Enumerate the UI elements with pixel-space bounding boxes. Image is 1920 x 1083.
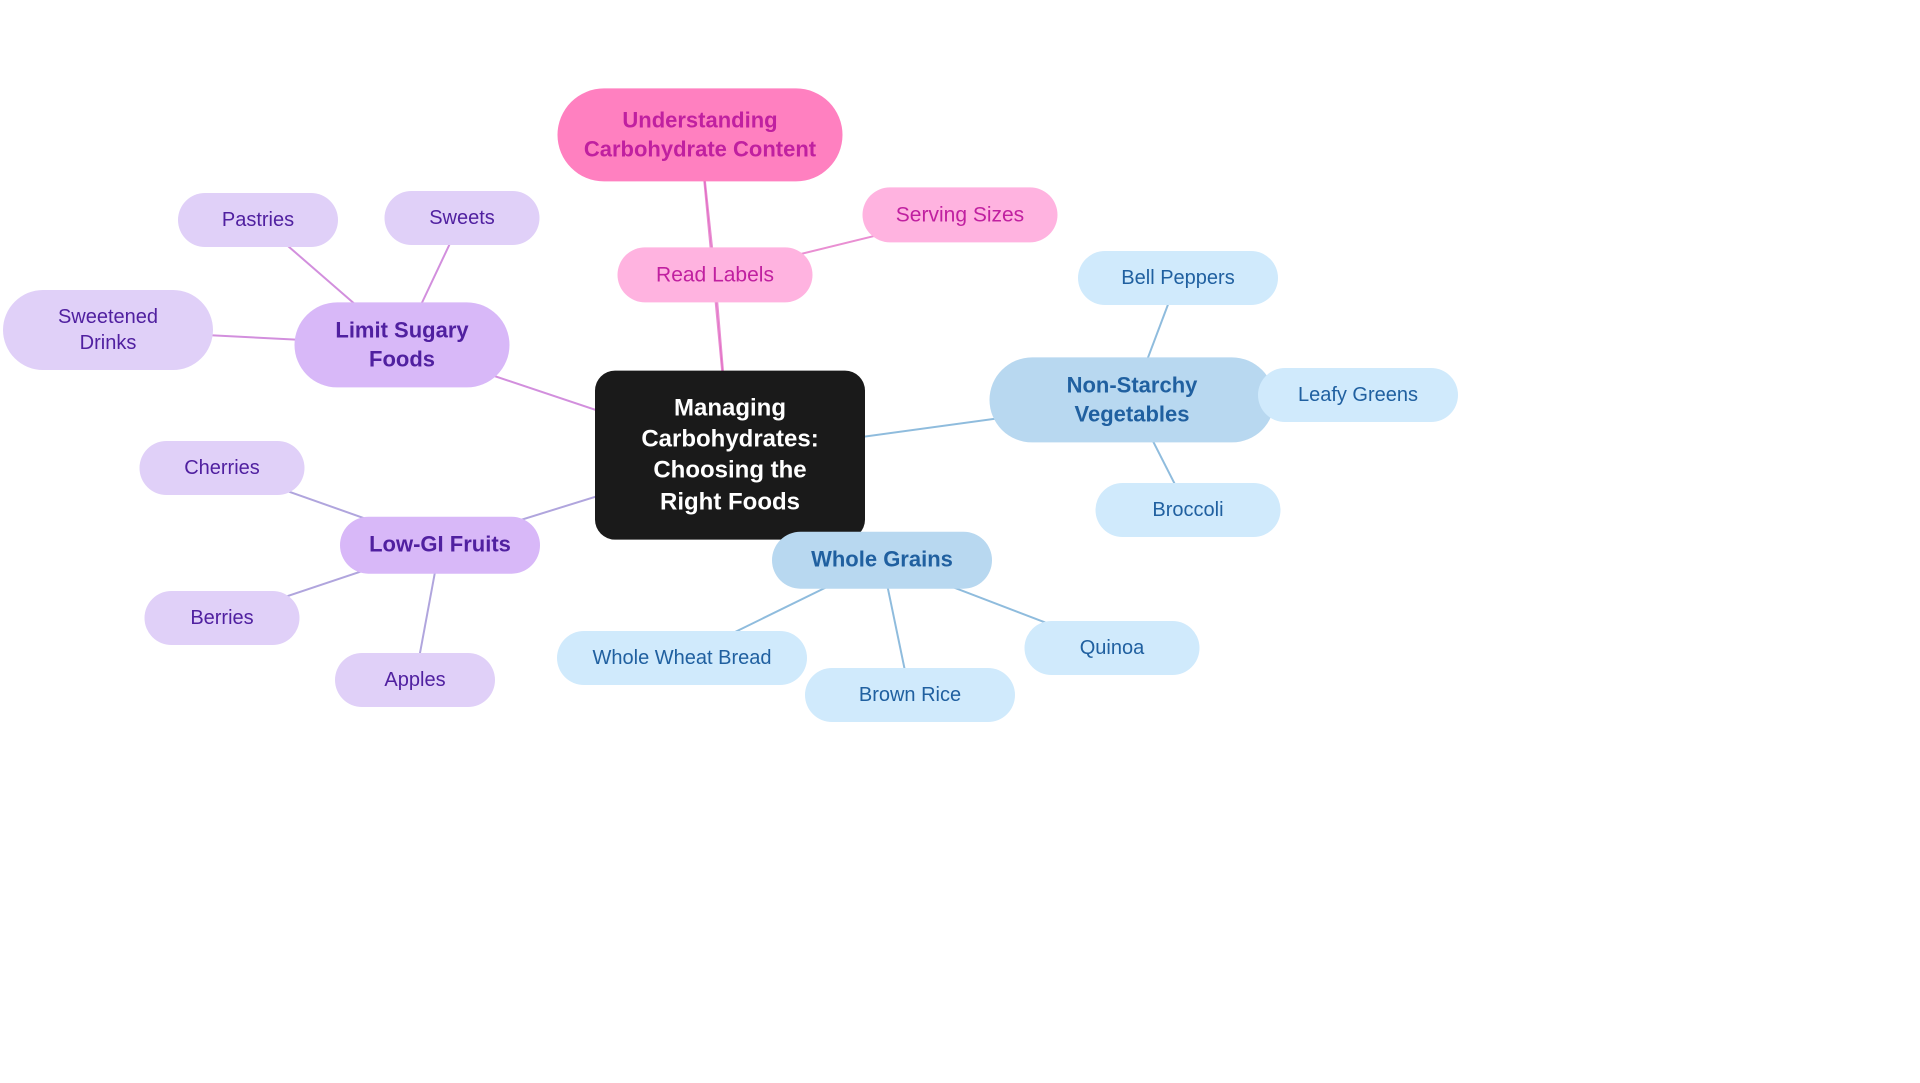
pastries-node: Pastries [178,193,338,247]
sweetened-drinks-node: Sweetened Drinks [3,290,213,370]
whole-grains-node: Whole Grains [772,532,992,589]
whole-wheat-bread-node: Whole Wheat Bread [557,631,807,685]
non-starchy-node: Non-Starchy Vegetables [990,357,1275,442]
low-gi-fruits-node: Low-GI Fruits [340,517,540,574]
serving-sizes-node: Serving Sizes [863,187,1058,242]
berries-node: Berries [145,591,300,645]
central-node: Managing Carbohydrates: Choosing the Rig… [595,371,865,540]
limit-sugary-node: Limit Sugary Foods [295,302,510,387]
cherries-node: Cherries [140,441,305,495]
apples-node: Apples [335,653,495,707]
bell-peppers-node: Bell Peppers [1078,251,1278,305]
broccoli-node: Broccoli [1096,483,1281,537]
understanding-node: Understanding Carbohydrate Content [558,88,843,181]
brown-rice-node: Brown Rice [805,668,1015,722]
sweets-node: Sweets [385,191,540,245]
leafy-greens-node: Leafy Greens [1258,368,1458,422]
read-labels-node: Read Labels [618,247,813,302]
quinoa-node: Quinoa [1025,621,1200,675]
